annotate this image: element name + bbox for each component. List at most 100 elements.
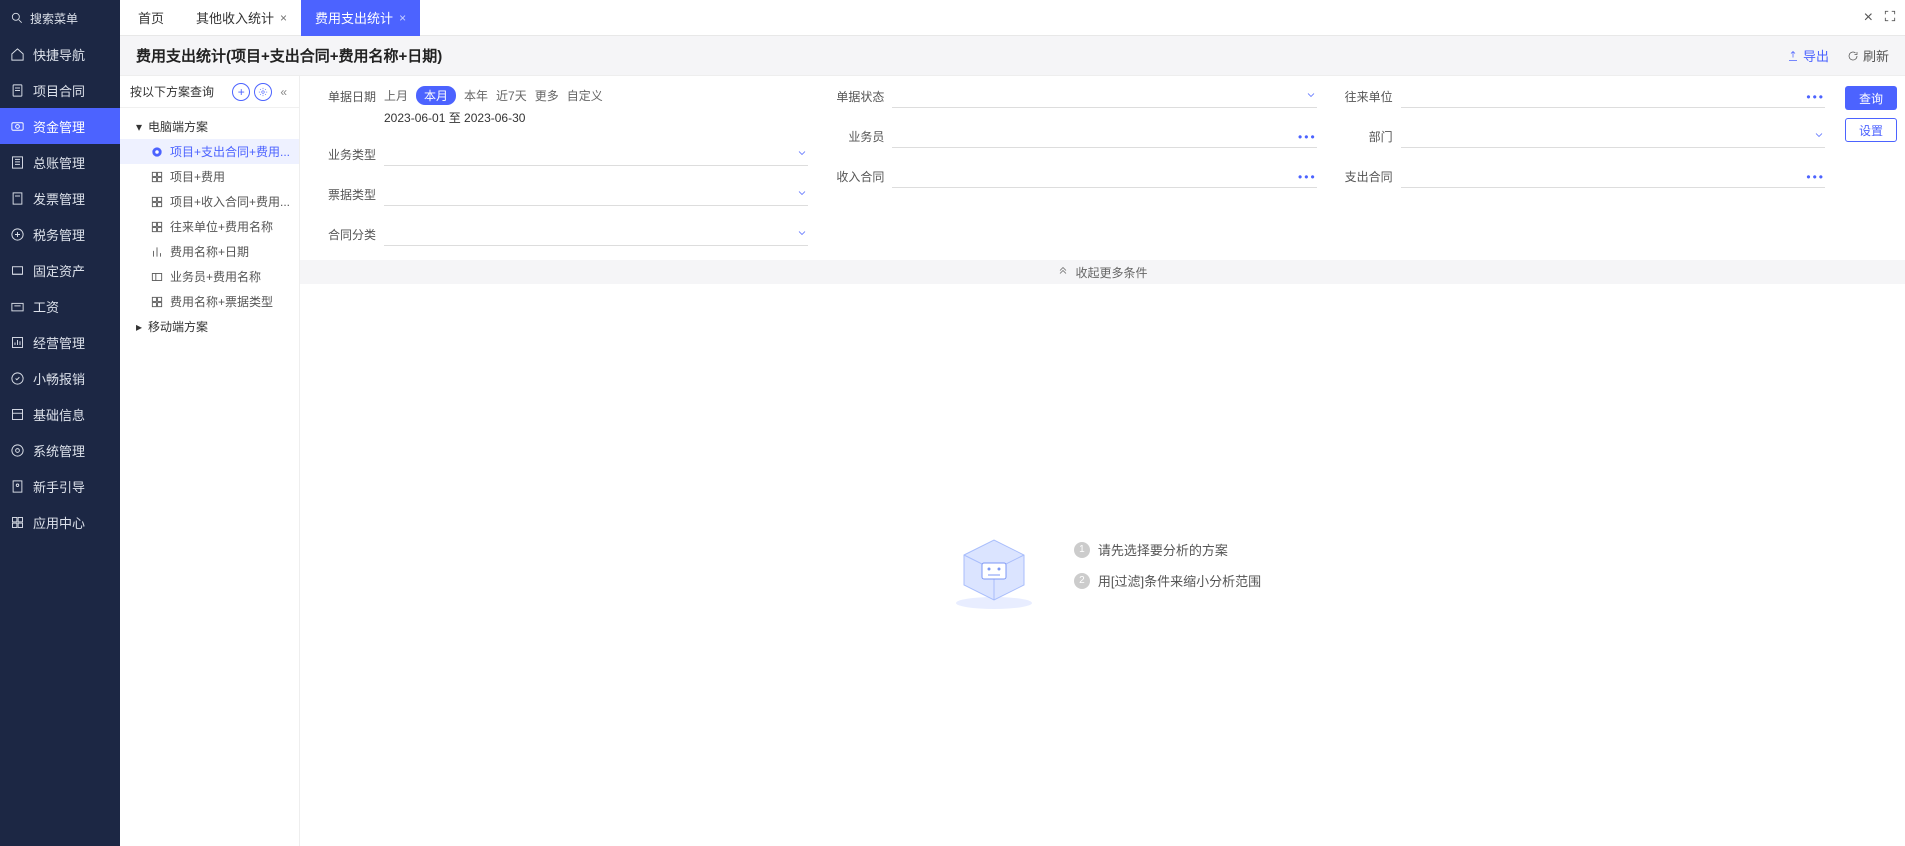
tree-leaf[interactable]: 业务员+费用名称 — [120, 264, 299, 289]
page-title: 费用支出统计(项目+支出合同+费用名称+日期) — [136, 45, 442, 66]
sidebar-item-home[interactable]: 快捷导航 — [0, 36, 120, 72]
chevron-down-icon — [796, 227, 808, 242]
filter-outcontract: 支出合同••• — [1337, 166, 1825, 188]
tree-group[interactable]: ▾电脑端方案 — [120, 114, 299, 139]
sidebar-search[interactable]: 搜索菜单 — [0, 0, 120, 36]
grid-icon — [150, 170, 164, 184]
tree-group[interactable]: ▸移动端方案 — [120, 314, 299, 339]
tab-费用支出统计[interactable]: 费用支出统计 × — [301, 0, 420, 36]
filter-label: 业务员 — [828, 126, 884, 145]
empty-step-2: 用[过滤]条件来缩小分析范围 — [1098, 571, 1261, 590]
filter-partner: 往来单位••• — [1337, 86, 1825, 108]
export-button[interactable]: 导出 — [1787, 46, 1829, 65]
sidebar-item-appc[interactable]: 应用中心 — [0, 504, 120, 540]
tree-leaf-label: 项目+费用 — [170, 168, 225, 185]
tabs-close-all-icon[interactable]: × — [1864, 9, 1873, 27]
col-icon — [150, 270, 164, 284]
dept-select[interactable] — [1401, 126, 1825, 148]
base-icon — [10, 407, 25, 422]
filter-date: 单据日期上月本月本年近7天更多自定义2023-06-01 至 2023-06-3… — [320, 86, 808, 126]
salary-icon — [10, 299, 25, 314]
sidebar-item-guide[interactable]: 新手引导 — [0, 468, 120, 504]
billtype-select[interactable] — [384, 184, 808, 206]
sidebar-item-salary[interactable]: 工资 — [0, 288, 120, 324]
sidebar-item-base[interactable]: 基础信息 — [0, 396, 120, 432]
lookup-icon: ••• — [1806, 90, 1825, 104]
refresh-button[interactable]: 刷新 — [1847, 46, 1889, 65]
sidebar-item-label: 快捷导航 — [33, 45, 85, 64]
tree-leaf[interactable]: 项目+支出合同+费用... — [120, 139, 299, 164]
sidebar-item-xc[interactable]: 小畅报销 — [0, 360, 120, 396]
biztype-select[interactable] — [384, 144, 808, 166]
tab-label: 首页 — [138, 8, 164, 27]
filter-label: 票据类型 — [320, 184, 376, 203]
date-option[interactable]: 本年 — [464, 87, 488, 104]
grid-icon — [150, 295, 164, 309]
fullscreen-icon[interactable] — [1883, 9, 1897, 26]
incontract-lookup[interactable]: ••• — [892, 166, 1316, 188]
lookup-icon: ••• — [1806, 170, 1825, 184]
query-button[interactable]: 查询 — [1845, 86, 1897, 110]
tab-close-icon[interactable]: × — [280, 11, 287, 25]
bar-icon — [150, 245, 164, 259]
sidebar-item-doc[interactable]: 项目合同 — [0, 72, 120, 108]
tree-leaf[interactable]: 项目+收入合同+费用... — [120, 189, 299, 214]
sidebar-item-sys[interactable]: 系统管理 — [0, 432, 120, 468]
sidebar-item-label: 固定资产 — [33, 261, 85, 280]
scheme-panel: 按以下方案查询 + « ▾电脑端方案项目+支出合同+费用...项目+费用项目+收… — [120, 76, 300, 846]
caret-icon: ▾ — [136, 120, 144, 134]
filter-incontract: 收入合同 ••• — [828, 166, 1316, 188]
tab-首页[interactable]: 首页 — [120, 0, 182, 36]
outcontract-lookup[interactable]: ••• — [1401, 166, 1825, 188]
sidebar-search-label: 搜索菜单 — [30, 10, 78, 27]
tab-label: 费用支出统计 — [315, 8, 393, 27]
grid-icon — [150, 220, 164, 234]
guide-icon — [10, 479, 25, 494]
sys-icon — [10, 443, 25, 458]
sidebar-item-invoice[interactable]: 发票管理 — [0, 180, 120, 216]
billstatus-select[interactable] — [892, 86, 1316, 108]
chevron-down-icon — [796, 147, 808, 162]
sidebar-item-label: 发票管理 — [33, 189, 85, 208]
scheme-collapse-button[interactable]: « — [276, 85, 291, 99]
tree-group-label: 移动端方案 — [148, 318, 208, 335]
collapse-filters-button[interactable]: 收起更多条件 — [300, 260, 1905, 284]
filter-label: 收入合同 — [828, 166, 884, 185]
filter-label: 业务类型 — [320, 144, 376, 163]
partner-lookup[interactable]: ••• — [1401, 86, 1825, 108]
contracttype-select[interactable] — [384, 224, 808, 246]
doc-icon — [10, 83, 25, 98]
date-option[interactable]: 更多 — [535, 87, 559, 104]
scheme-settings-button[interactable] — [254, 83, 272, 101]
tab-close-icon[interactable]: × — [399, 11, 406, 25]
tree-leaf-label: 费用名称+日期 — [170, 243, 249, 260]
sidebar-item-tax[interactable]: 税务管理 — [0, 216, 120, 252]
filter-biztype: 业务类型 — [320, 144, 808, 166]
chevron-up-icon — [1057, 266, 1069, 278]
date-option[interactable]: 上月 — [384, 87, 408, 104]
filter-billtype: 票据类型 — [320, 184, 808, 206]
tree-leaf[interactable]: 费用名称+票据类型 — [120, 289, 299, 314]
salesman-lookup[interactable]: ••• — [892, 126, 1316, 148]
filter-panel: 单据日期上月本月本年近7天更多自定义2023-06-01 至 2023-06-3… — [300, 76, 1905, 846]
date-option[interactable]: 本月 — [416, 86, 456, 105]
sidebar-item-ledger[interactable]: 总账管理 — [0, 144, 120, 180]
tabs-bar: 首页其他收入统计× 费用支出统计 × × — [120, 0, 1905, 36]
date-option[interactable]: 近7天 — [496, 87, 527, 104]
sidebar-item-asset[interactable]: 固定资产 — [0, 252, 120, 288]
scheme-add-button[interactable]: + — [232, 83, 250, 101]
xc-icon — [10, 371, 25, 386]
sidebar-item-money[interactable]: 资金管理 — [0, 108, 120, 144]
lookup-icon: ••• — [1298, 170, 1317, 184]
setting-button[interactable]: 设置 — [1845, 118, 1897, 142]
tree-leaf-label: 项目+收入合同+费用... — [170, 193, 290, 210]
sidebar-item-biz[interactable]: 经营管理 — [0, 324, 120, 360]
sidebar-item-label: 总账管理 — [33, 153, 85, 172]
tree-leaf[interactable]: 项目+费用 — [120, 164, 299, 189]
sidebar-item-label: 经营管理 — [33, 333, 85, 352]
tab-其他收入统计[interactable]: 其他收入统计× — [182, 0, 301, 36]
date-option[interactable]: 自定义 — [567, 87, 603, 104]
tree-leaf[interactable]: 费用名称+日期 — [120, 239, 299, 264]
chevron-down-icon — [1305, 89, 1317, 104]
tree-leaf[interactable]: 往来单位+费用名称 — [120, 214, 299, 239]
